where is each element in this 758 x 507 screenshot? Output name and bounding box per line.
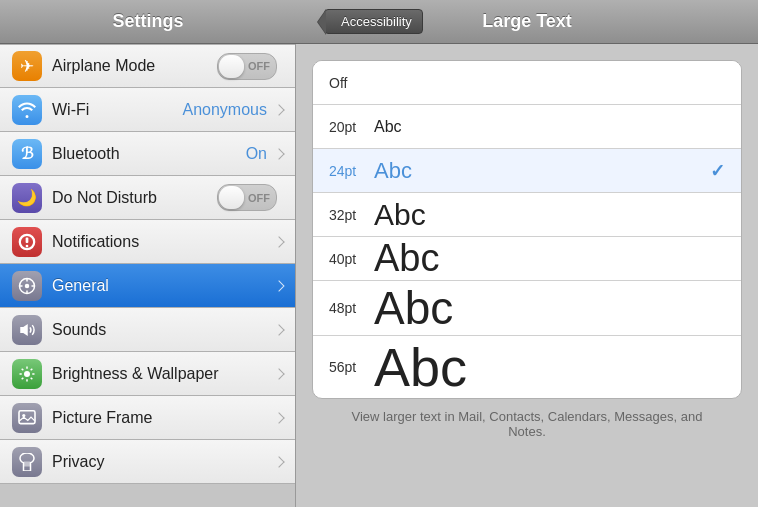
right-panel: Off 20pt Abc 24pt Abc ✓ 32pt Abc 40pt Ab…: [296, 44, 758, 507]
text-row-32pt[interactable]: 32pt Abc: [313, 193, 741, 237]
svg-line-18: [31, 368, 33, 370]
caption: View larger text in Mail, Contacts, Cale…: [312, 409, 742, 439]
pt-56pt-label: 56pt: [329, 359, 374, 375]
bluetooth-icon: ℬ: [12, 139, 42, 169]
abc-24pt: Abc: [374, 158, 710, 184]
text-row-20pt[interactable]: 20pt Abc: [313, 105, 741, 149]
notifications-chevron: [273, 236, 284, 247]
settings-title: Settings: [112, 11, 183, 32]
donotdisturb-toggle-knob: [219, 186, 244, 209]
sidebar-item-brightness[interactable]: Brightness & Wallpaper: [0, 352, 295, 396]
wifi-value: Anonymous: [183, 101, 268, 119]
sidebar-item-notifications[interactable]: Notifications: [0, 220, 295, 264]
sidebar-item-sounds[interactable]: Sounds: [0, 308, 295, 352]
abc-48pt: Abc: [374, 281, 725, 335]
wifi-label: Wi-Fi: [52, 101, 183, 119]
airplane-icon: ✈: [12, 51, 42, 81]
svg-line-16: [31, 377, 33, 379]
abc-40pt: Abc: [374, 237, 725, 280]
svg-point-10: [24, 371, 30, 377]
svg-marker-9: [20, 324, 28, 336]
large-text-table: Off 20pt Abc 24pt Abc ✓ 32pt Abc 40pt Ab…: [312, 60, 742, 399]
privacy-label: Privacy: [52, 453, 275, 471]
back-button[interactable]: Accessibility: [324, 9, 423, 34]
airplane-toggle-text: OFF: [248, 60, 270, 72]
svg-line-17: [22, 377, 24, 379]
sounds-icon: [12, 315, 42, 345]
svg-rect-19: [19, 410, 35, 423]
general-label: General: [52, 277, 275, 295]
pt-40pt-label: 40pt: [329, 251, 374, 267]
text-row-40pt[interactable]: 40pt Abc: [313, 237, 741, 281]
top-bar: Settings Accessibility Large Text: [0, 0, 758, 44]
general-icon: [12, 271, 42, 301]
brightness-icon: [12, 359, 42, 389]
airplane-toggle[interactable]: OFF: [217, 53, 277, 80]
pictureframe-icon: [12, 403, 42, 433]
pt-48pt-label: 48pt: [329, 300, 374, 316]
abc-20pt: Abc: [374, 118, 725, 136]
pt-24pt-label: 24pt: [329, 163, 374, 179]
brightness-label: Brightness & Wallpaper: [52, 365, 275, 383]
sidebar-item-picture-frame[interactable]: Picture Frame: [0, 396, 295, 440]
sidebar-item-airplane-mode[interactable]: ✈ Airplane Mode OFF: [0, 44, 295, 88]
main-content: ✈ Airplane Mode OFF Wi-Fi Anonymous ℬ Bl…: [0, 44, 758, 507]
sidebar-item-wifi[interactable]: Wi-Fi Anonymous: [0, 88, 295, 132]
abc-56pt: Abc: [374, 336, 725, 398]
bluetooth-value: On: [246, 145, 267, 163]
donotdisturb-toggle[interactable]: OFF: [217, 184, 277, 211]
text-row-off[interactable]: Off: [313, 61, 741, 105]
svg-point-2: [26, 244, 29, 247]
sounds-chevron: [273, 324, 284, 335]
svg-rect-1: [26, 237, 29, 242]
general-chevron: [273, 280, 284, 291]
sidebar-item-privacy[interactable]: Privacy: [0, 440, 295, 484]
wifi-chevron: [273, 104, 284, 115]
privacy-chevron: [273, 456, 284, 467]
page-title: Large Text: [482, 11, 572, 32]
picture-frame-label: Picture Frame: [52, 409, 275, 427]
bluetooth-chevron: [273, 148, 284, 159]
top-bar-right: Accessibility Large Text: [296, 9, 758, 34]
bluetooth-label: Bluetooth: [52, 145, 246, 163]
do-not-disturb-label: Do Not Disturb: [52, 189, 217, 207]
donotdisturb-toggle-text: OFF: [248, 192, 270, 204]
airplane-toggle-knob: [219, 55, 244, 78]
airplane-mode-label: Airplane Mode: [52, 57, 217, 75]
wifi-icon: [12, 95, 42, 125]
brightness-chevron: [273, 368, 284, 379]
sidebar-item-general[interactable]: General: [0, 264, 295, 308]
svg-line-15: [22, 368, 24, 370]
text-row-48pt[interactable]: 48pt Abc: [313, 281, 741, 336]
selected-checkmark: ✓: [710, 160, 725, 182]
sidebar-item-do-not-disturb[interactable]: 🌙 Do Not Disturb OFF: [0, 176, 295, 220]
pt-20pt-label: 20pt: [329, 119, 374, 135]
donotdisturb-icon: 🌙: [12, 183, 42, 213]
top-bar-left: Settings: [0, 11, 296, 32]
pt-32pt-label: 32pt: [329, 207, 374, 223]
off-label: Off: [329, 75, 374, 91]
sidebar-item-bluetooth[interactable]: ℬ Bluetooth On: [0, 132, 295, 176]
privacy-icon: [12, 447, 42, 477]
svg-point-4: [25, 283, 30, 288]
picture-frame-chevron: [273, 412, 284, 423]
notifications-label: Notifications: [52, 233, 275, 251]
sidebar: ✈ Airplane Mode OFF Wi-Fi Anonymous ℬ Bl…: [0, 44, 296, 507]
abc-32pt: Abc: [374, 198, 725, 232]
notifications-icon: [12, 227, 42, 257]
text-row-24pt[interactable]: 24pt Abc ✓: [313, 149, 741, 193]
sounds-label: Sounds: [52, 321, 275, 339]
text-row-56pt[interactable]: 56pt Abc: [313, 336, 741, 398]
